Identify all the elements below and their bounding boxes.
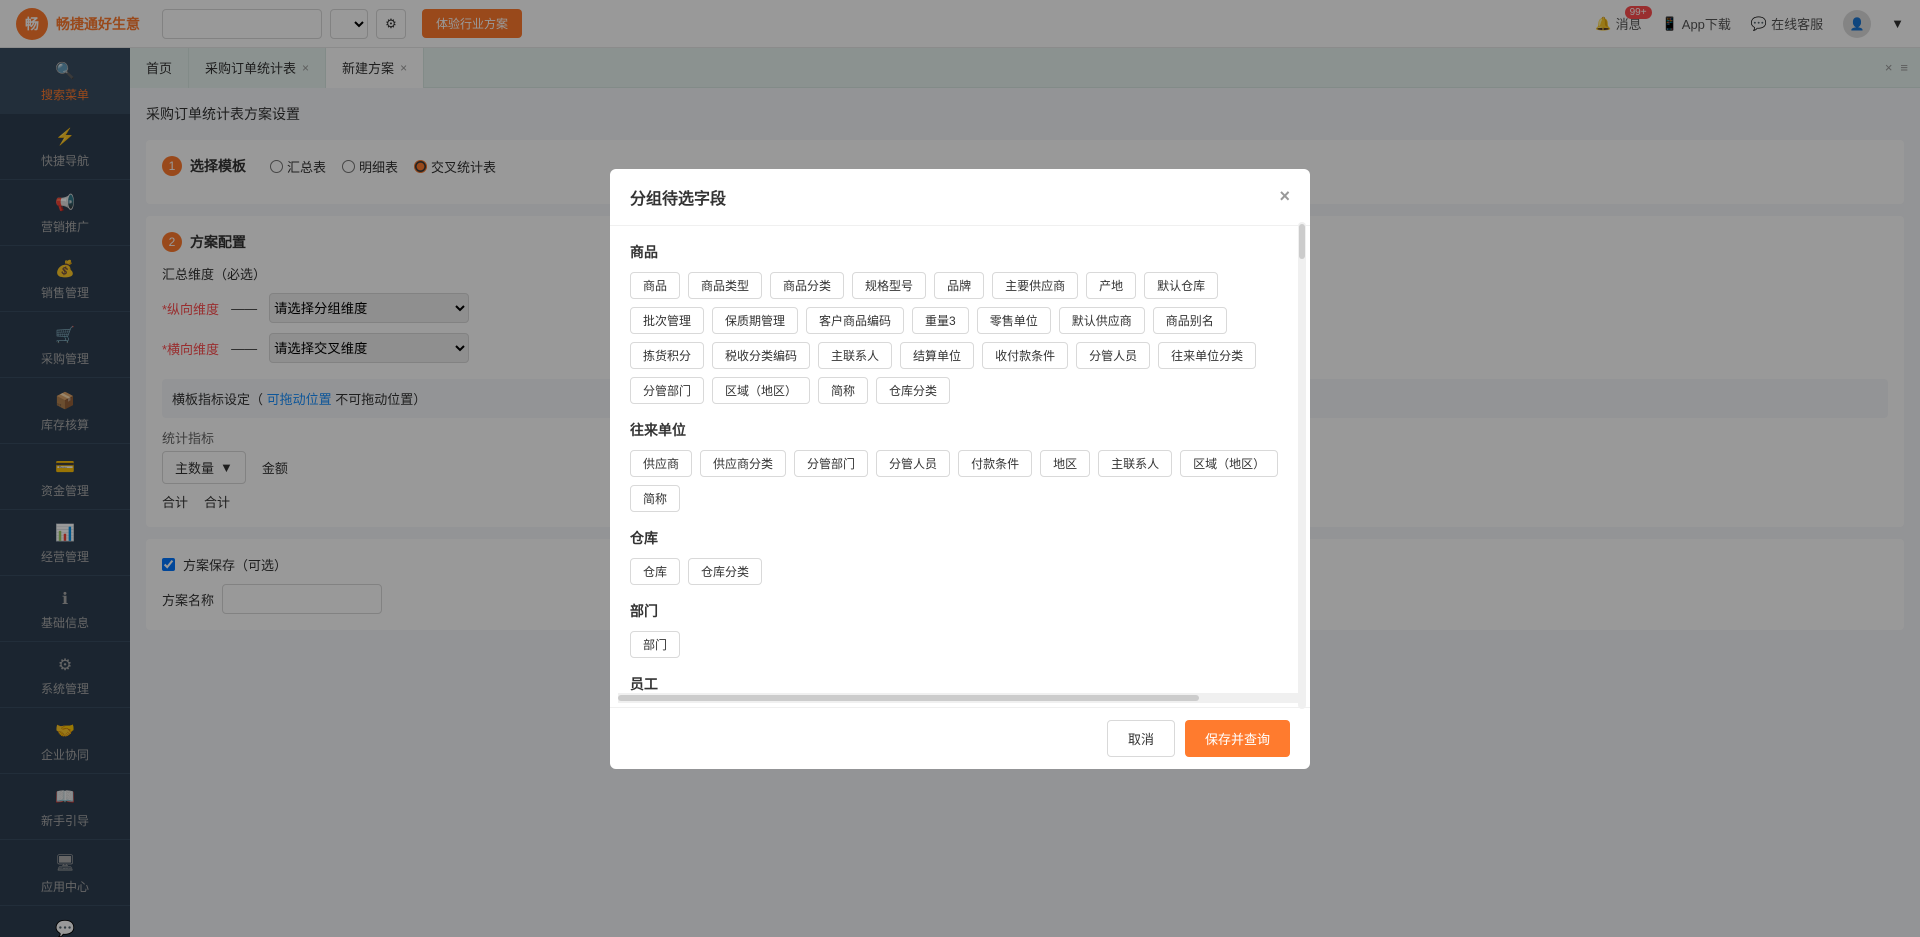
field-tag[interactable]: 品牌 [934, 272, 984, 299]
modal-header: 分组待选字段 × [610, 169, 1310, 226]
field-section-往来单位: 往来单位供应商供应商分类分管部门分管人员付款条件地区主联系人区域（地区） 简称 [630, 420, 1290, 512]
confirm-button[interactable]: 保存并查询 [1185, 720, 1290, 757]
field-tag[interactable]: 主联系人 [1098, 450, 1172, 477]
modal-overlay: 分组待选字段 × 商品商品商品类型商品分类规格型号品牌主要供应商产地默认仓库批次… [0, 0, 1920, 937]
field-tag[interactable]: 分管部门 [630, 377, 704, 404]
field-tags: 部门 [630, 631, 1290, 658]
field-tag[interactable]: 仓库分类 [876, 377, 950, 404]
field-tag[interactable]: 批次管理 [630, 307, 704, 334]
field-tag[interactable]: 默认供应商 [1059, 307, 1145, 334]
field-section-仓库: 仓库仓库仓库分类 [630, 528, 1290, 585]
field-tag[interactable]: 商品 [630, 272, 680, 299]
modal-body: 商品商品商品类型商品分类规格型号品牌主要供应商产地默认仓库批次管理保质期管理客户… [610, 226, 1310, 693]
cancel-button[interactable]: 取消 [1107, 720, 1175, 757]
field-tag[interactable]: 结算单位 [900, 342, 974, 369]
field-tag[interactable]: 默认仓库 [1144, 272, 1218, 299]
field-tag[interactable]: 简称 [818, 377, 868, 404]
field-tag[interactable]: 收付款条件 [982, 342, 1068, 369]
field-tag[interactable]: 产地 [1086, 272, 1136, 299]
field-section-title: 仓库 [630, 528, 1290, 548]
modal-title: 分组待选字段 [630, 185, 726, 209]
field-tag[interactable]: 仓库 [630, 558, 680, 585]
modal-close-button[interactable]: × [1279, 186, 1290, 207]
field-tag[interactable]: 商品分类 [770, 272, 844, 299]
field-tags: 商品商品类型商品分类规格型号品牌主要供应商产地默认仓库批次管理保质期管理客户商品… [630, 272, 1290, 404]
modal-footer: 取消 保存并查询 [610, 707, 1310, 769]
field-tag[interactable]: 仓库分类 [688, 558, 762, 585]
field-tag[interactable]: 供应商分类 [700, 450, 786, 477]
modal: 分组待选字段 × 商品商品商品类型商品分类规格型号品牌主要供应商产地默认仓库批次… [610, 169, 1310, 769]
field-section-商品: 商品商品商品类型商品分类规格型号品牌主要供应商产地默认仓库批次管理保质期管理客户… [630, 242, 1290, 404]
field-tag[interactable]: 区域（地区） [1180, 450, 1278, 477]
field-tag[interactable]: 规格型号 [852, 272, 926, 299]
field-section-部门: 部门部门 [630, 601, 1290, 658]
field-tag[interactable]: 简称 [630, 485, 680, 512]
field-section-title: 部门 [630, 601, 1290, 621]
field-tag[interactable]: 主要供应商 [992, 272, 1078, 299]
field-tag[interactable]: 付款条件 [958, 450, 1032, 477]
field-tag[interactable]: 地区 [1040, 450, 1090, 477]
field-section-title: 员工 [630, 674, 1290, 693]
field-tag[interactable]: 分管部门 [794, 450, 868, 477]
field-tag[interactable]: 分管人员 [1076, 342, 1150, 369]
vertical-scrollbar[interactable] [1298, 222, 1306, 709]
horizontal-scroll-thumb [618, 695, 1199, 701]
field-tags: 供应商供应商分类分管部门分管人员付款条件地区主联系人区域（地区） 简称 [630, 450, 1290, 512]
field-tag[interactable]: 税收分类编码 [712, 342, 810, 369]
field-section-员工: 员工业务员 [630, 674, 1290, 693]
field-tags: 仓库仓库分类 [630, 558, 1290, 585]
field-tag[interactable]: 商品类型 [688, 272, 762, 299]
field-tag[interactable]: 主联系人 [818, 342, 892, 369]
field-tag[interactable]: 重量3 [912, 307, 969, 334]
field-tag[interactable]: 商品别名 [1153, 307, 1227, 334]
field-tag[interactable]: 保质期管理 [712, 307, 798, 334]
horizontal-scrollbar[interactable] [618, 693, 1302, 703]
field-tag[interactable]: 往来单位分类 [1158, 342, 1256, 369]
field-tag[interactable]: 客户商品编码 [806, 307, 904, 334]
vertical-scroll-thumb [1299, 224, 1305, 259]
field-tag[interactable]: 供应商 [630, 450, 692, 477]
field-tag[interactable]: 拣货积分 [630, 342, 704, 369]
field-tag[interactable]: 分管人员 [876, 450, 950, 477]
field-section-title: 往来单位 [630, 420, 1290, 440]
field-tag[interactable]: 区域（地区） [712, 377, 810, 404]
field-tag[interactable]: 零售单位 [977, 307, 1051, 334]
field-tag[interactable]: 部门 [630, 631, 680, 658]
field-section-title: 商品 [630, 242, 1290, 262]
